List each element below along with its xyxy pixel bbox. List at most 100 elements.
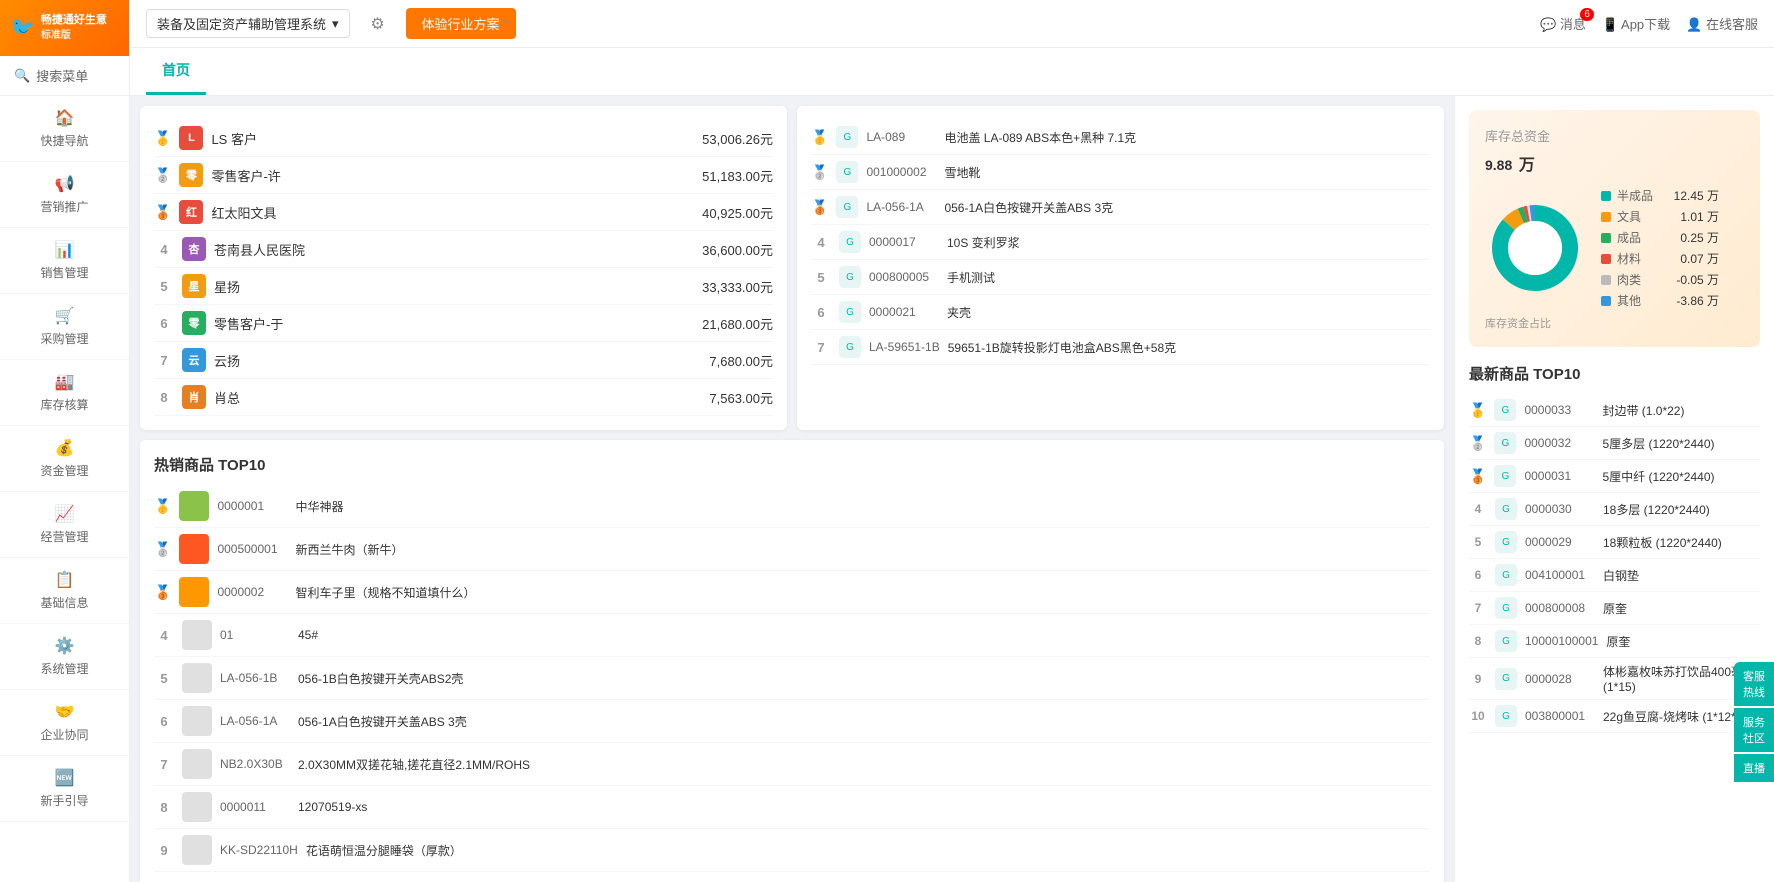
product-name: 056-1A白色按键开关盖ABS 3克 [944, 199, 1430, 216]
product-code: 0000017 [869, 235, 939, 249]
table-row: 5 星 星扬 33,333.00元 [154, 268, 773, 305]
app-download-button[interactable]: 📱 App下载 [1602, 14, 1670, 33]
hot-products-header: 热销商品 TOP10 [154, 454, 1430, 475]
product-image [182, 749, 212, 779]
system-selector[interactable]: 装备及固定资产辅助管理系统 ▾ [146, 9, 350, 38]
product-icon: G [839, 336, 861, 358]
sidebar-item-7[interactable]: 📋 基础信息 [0, 558, 129, 624]
product-icon: G [1494, 399, 1516, 421]
customer-value: 36,600.00元 [702, 240, 773, 259]
float-btn-1[interactable]: 服务社区 [1734, 708, 1774, 752]
product-code: NB2.0X30B [220, 757, 290, 771]
phone-icon: 📱 [1602, 17, 1618, 32]
avatar: L [179, 126, 203, 150]
avatar: 肖 [182, 385, 206, 409]
legend-item: 肉类 -0.05 万 [1601, 271, 1719, 288]
settings-button[interactable]: ⚙ [362, 8, 394, 40]
product-icon: G [839, 266, 861, 288]
topbar: 装备及固定资产辅助管理系统 ▾ ⚙ 体验行业方案 💬 消息 6 📱 App下载 … [130, 0, 1774, 48]
rank-number: 4 [154, 242, 174, 257]
avatar: 星 [182, 274, 206, 298]
rank-number: 5 [1469, 535, 1487, 549]
chevron-down-icon: ▾ [332, 16, 339, 32]
sidebar-item-5[interactable]: 💰资金管理 [0, 426, 129, 492]
customer-value: 7,680.00元 [709, 351, 773, 370]
tab-home[interactable]: 首页 [146, 48, 206, 95]
product-name: 056-1A白色按键开关盖ABS 3壳 [298, 713, 1430, 730]
product-name: 原奎 [1606, 633, 1760, 650]
list-item: 🥉 G 0000031 5厘中纤 (1220*2440) [1469, 460, 1760, 493]
product-code: 0000033 [1524, 403, 1594, 417]
product-name: 中华神器 [295, 498, 1430, 515]
inventory-title: 库存总资金 [1485, 126, 1744, 145]
product-name: 056-1B白色按键开关壳ABS2壳 [298, 670, 1430, 687]
message-button[interactable]: 💬 消息 6 [1540, 14, 1586, 33]
product-icon: G [1495, 531, 1517, 553]
product-code: 0000029 [1525, 535, 1595, 549]
customer-name: 红太阳文具 [211, 203, 694, 222]
sidebar-nav: 🏠快捷导航📢营销推广📊销售管理🛒采购管理🏭库存核算💰资金管理📈经营管理 📋 基础信息… [0, 96, 129, 882]
sidebar-item-2[interactable]: 📊销售管理 [0, 228, 129, 294]
product-image [179, 534, 209, 564]
rank-number: 7 [811, 340, 831, 355]
nav-icon-7: 📋 [55, 570, 75, 590]
rank-number: 6 [811, 305, 831, 320]
nav-label-7: 基础信息 [40, 594, 88, 611]
nav-label-6: 经营管理 [40, 528, 88, 545]
customer-name: 星扬 [214, 277, 694, 296]
content: 🥇 L LS 客户 53,006.26元 🥈 零 零售客户-许 51,183.0… [130, 96, 1774, 882]
search-menu-item[interactable]: 🔍 搜索菜单 [0, 56, 129, 96]
legend-value: -3.86 万 [1659, 292, 1719, 309]
sidebar-item-6[interactable]: 📈经营管理 [0, 492, 129, 558]
product-icon: G [839, 301, 861, 323]
list-item: 5 LA-056-1B 056-1B白色按键开关壳ABS2壳 [154, 657, 1430, 700]
topbar-right: 💬 消息 6 📱 App下载 👤 在线客服 [1540, 14, 1758, 33]
list-item: 4 01 45# [154, 614, 1430, 657]
list-item: 🥇 G 0000033 封边带 (1.0*22) [1469, 394, 1760, 427]
product-code: 0000031 [1524, 469, 1594, 483]
product-name: 5厘中纤 (1220*2440) [1602, 468, 1760, 485]
medal-icon: 🥉 [811, 199, 828, 216]
customer-value: 40,925.00元 [702, 203, 773, 222]
product-icon: G [1495, 564, 1517, 586]
rank-number: 4 [811, 235, 831, 250]
nav-icon-0: 🏠 [55, 108, 75, 128]
customer-value: 7,563.00元 [709, 388, 773, 407]
product-icon: G [836, 126, 858, 148]
sidebar-item-0[interactable]: 🏠快捷导航 [0, 96, 129, 162]
rank-number: 5 [811, 270, 831, 285]
message-badge: 6 [1580, 8, 1594, 21]
product-name: 12070519-xs [298, 800, 1430, 814]
sidebar-item-8[interactable]: ⚙️系统管理 [0, 624, 129, 690]
list-item: 🥇 0000001 中华神器 [154, 485, 1430, 528]
medal-icon: 🥈 [154, 167, 171, 184]
sidebar-item-9[interactable]: 🤝企业协同 [0, 690, 129, 756]
nav-label-5: 资金管理 [40, 462, 88, 479]
table-row: 4 G 0000017 10S 变利罗浆 [811, 225, 1430, 260]
sidebar-item-3[interactable]: 🛒采购管理 [0, 294, 129, 360]
product-name: 59651-1B旋转投影灯电池盒ABS黑色+58克 [948, 339, 1430, 356]
inventory-chart-label: 库存资金占比 [1485, 315, 1744, 331]
table-row: 6 G 0000021 夹壳 [811, 295, 1430, 330]
customer-name: 苍南县人民医院 [214, 240, 694, 259]
list-item: 6 LA-056-1A 056-1A白色按键开关盖ABS 3壳 [154, 700, 1430, 743]
sidebar-item-10[interactable]: 🆕新手引导 [0, 756, 129, 822]
online-service-button[interactable]: 👤 在线客服 [1686, 14, 1758, 33]
new-products-list: 🥇 G 0000033 封边带 (1.0*22) 🥈 G 0000032 5厘多… [1469, 394, 1760, 733]
product-rank-list: 🥇 G LA-089 电池盖 LA-089 ABS本色+黑种 7.1克 🥈 G … [811, 120, 1430, 365]
product-icon: G [836, 196, 858, 218]
list-item: 7 NB2.0X30B 2.0X30MM双搓花轴,搓花直径2.1MM/ROHS [154, 743, 1430, 786]
sidebar-item-4[interactable]: 🏭库存核算 [0, 360, 129, 426]
sidebar-item-1[interactable]: 📢营销推广 [0, 162, 129, 228]
float-btn-2[interactable]: 直播 [1734, 754, 1774, 782]
list-item: 9 KK-SD22110H 花语萌恒温分腿睡袋（厚款） [154, 829, 1430, 872]
customer-value: 21,680.00元 [702, 314, 773, 333]
try-plan-button[interactable]: 体验行业方案 [406, 8, 516, 39]
avatar: 云 [182, 348, 206, 372]
rank-number: 8 [1469, 634, 1487, 648]
table-row: 5 G 000800005 手机测试 [811, 260, 1430, 295]
inventory-number: 9.88 [1485, 157, 1512, 173]
float-btn-0[interactable]: 客服热线 [1734, 662, 1774, 706]
legend-color [1601, 212, 1611, 222]
product-code: 0000021 [869, 305, 939, 319]
